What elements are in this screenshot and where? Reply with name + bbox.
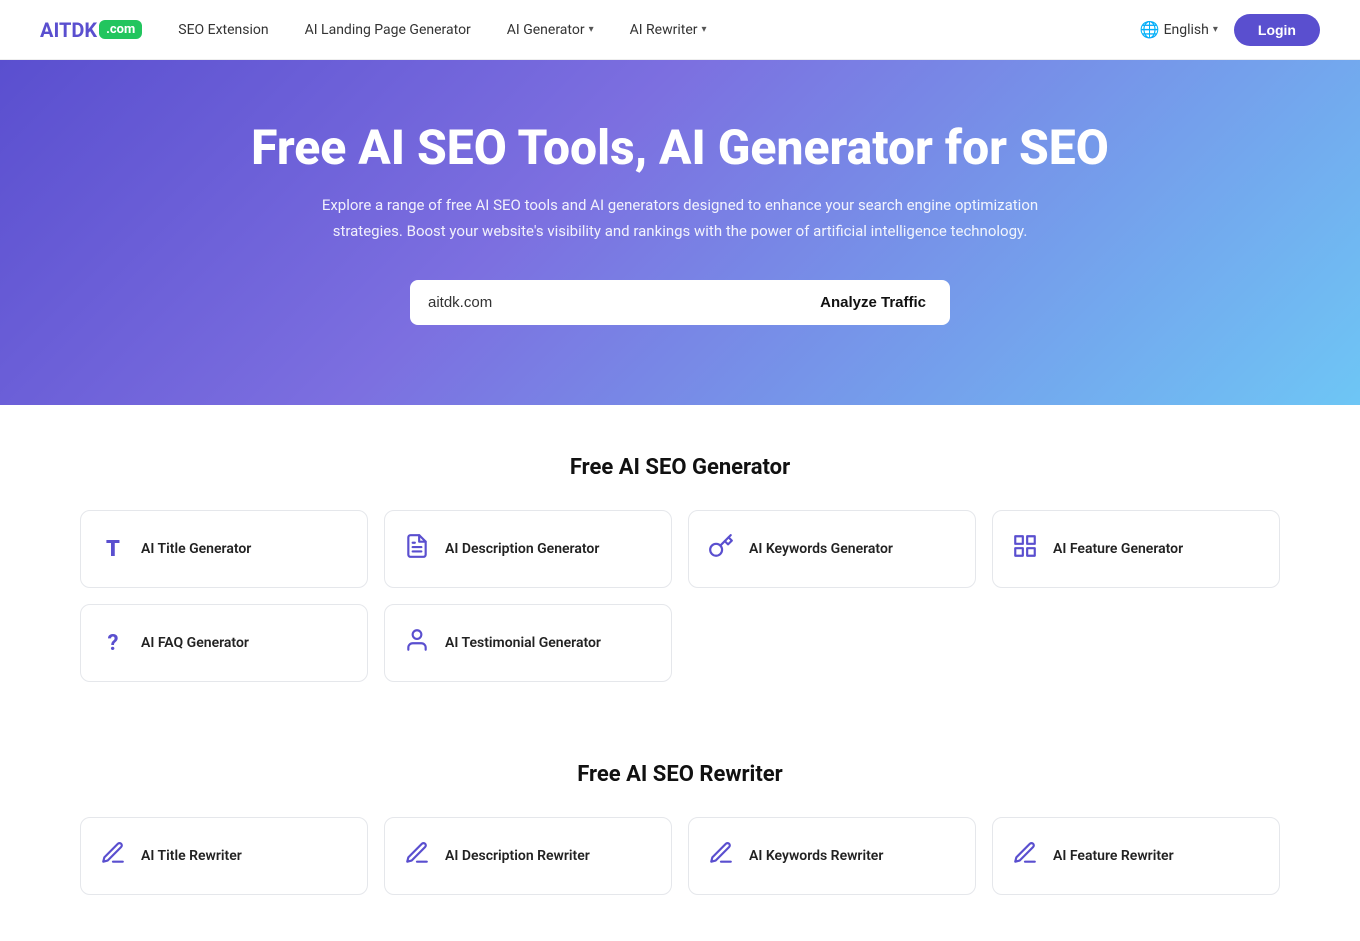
hero-subtext: Explore a range of free AI SEO tools and… (320, 193, 1040, 244)
ai-faq-generator-label: AI FAQ Generator (141, 635, 249, 651)
empty-slot-1 (688, 604, 976, 682)
ai-keywords-rewriter-card[interactable]: AI Keywords Rewriter (688, 817, 976, 895)
grid-icon (1011, 533, 1039, 565)
hero-heading: Free AI SEO Tools, AI Generator for SEO (40, 120, 1320, 175)
login-button[interactable]: Login (1234, 14, 1320, 46)
generator-row-2: ? AI FAQ Generator AI Testimonial Genera… (80, 604, 1280, 682)
rewriter-section-title: Free AI SEO Rewriter (80, 762, 1280, 787)
ai-feature-rewriter-card[interactable]: AI Feature Rewriter (992, 817, 1280, 895)
ai-title-rewriter-label: AI Title Rewriter (141, 848, 242, 864)
search-bar: Analyze Traffic (410, 280, 950, 325)
ai-title-rewriter-card[interactable]: AI Title Rewriter (80, 817, 368, 895)
rewriter-section: Free AI SEO Rewriter AI Title Rewriter A… (0, 712, 1360, 941)
globe-icon: 🌐 (1140, 20, 1160, 39)
nav-ai-rewriter[interactable]: AI Rewriter ▾ (630, 22, 707, 38)
generator-row-1: T AI Title Generator AI Description Gene… (80, 510, 1280, 588)
key-icon (707, 533, 735, 565)
ai-faq-generator-card[interactable]: ? AI FAQ Generator (80, 604, 368, 682)
edit-title-icon (99, 840, 127, 872)
ai-feature-rewriter-label: AI Feature Rewriter (1053, 848, 1174, 864)
doc-icon (403, 533, 431, 565)
hero-section: Free AI SEO Tools, AI Generator for SEO … (0, 60, 1360, 405)
nav-ai-generator[interactable]: AI Generator ▾ (507, 22, 594, 38)
language-chevron-icon: ▾ (1213, 24, 1218, 35)
generator-section-title: Free AI SEO Generator (80, 455, 1280, 480)
ai-title-generator-label: AI Title Generator (141, 541, 251, 557)
ai-keywords-generator-label: AI Keywords Generator (749, 541, 893, 557)
ai-feature-generator-card[interactable]: AI Feature Generator (992, 510, 1280, 588)
ai-feature-generator-label: AI Feature Generator (1053, 541, 1183, 557)
nav-left: AITDK .com SEO Extension AI Landing Page… (40, 18, 707, 42)
generator-section: Free AI SEO Generator T AI Title Generat… (0, 405, 1360, 712)
nav-right: 🌐 English ▾ Login (1140, 14, 1320, 46)
language-label: English (1164, 22, 1209, 38)
ai-keywords-generator-card[interactable]: AI Keywords Generator (688, 510, 976, 588)
ai-description-generator-label: AI Description Generator (445, 541, 599, 557)
ai-description-generator-card[interactable]: AI Description Generator (384, 510, 672, 588)
ai-description-rewriter-label: AI Description Rewriter (445, 848, 590, 864)
ai-generator-chevron-icon: ▾ (589, 24, 594, 35)
url-input[interactable] (410, 280, 796, 325)
nav-seo-extension[interactable]: SEO Extension (178, 22, 268, 38)
navbar: AITDK .com SEO Extension AI Landing Page… (0, 0, 1360, 60)
logo-text: AITDK (40, 18, 97, 42)
question-icon: ? (99, 631, 127, 656)
title-icon: T (99, 537, 127, 562)
logo-badge: .com (99, 20, 142, 39)
ai-keywords-rewriter-label: AI Keywords Rewriter (749, 848, 883, 864)
ai-testimonial-generator-card[interactable]: AI Testimonial Generator (384, 604, 672, 682)
ai-rewriter-chevron-icon: ▾ (702, 24, 707, 35)
edit-feature-icon (1011, 840, 1039, 872)
logo[interactable]: AITDK .com (40, 18, 142, 42)
edit-keywords-icon (707, 840, 735, 872)
rewriter-row-1: AI Title Rewriter AI Description Rewrite… (80, 817, 1280, 895)
person-icon (403, 627, 431, 659)
analyze-traffic-button[interactable]: Analyze Traffic (796, 280, 950, 325)
ai-testimonial-generator-label: AI Testimonial Generator (445, 635, 601, 651)
language-selector[interactable]: 🌐 English ▾ (1140, 20, 1218, 39)
nav-ai-landing-page[interactable]: AI Landing Page Generator (305, 22, 471, 38)
ai-description-rewriter-card[interactable]: AI Description Rewriter (384, 817, 672, 895)
edit-desc-icon (403, 840, 431, 872)
empty-slot-2 (992, 604, 1280, 682)
ai-title-generator-card[interactable]: T AI Title Generator (80, 510, 368, 588)
